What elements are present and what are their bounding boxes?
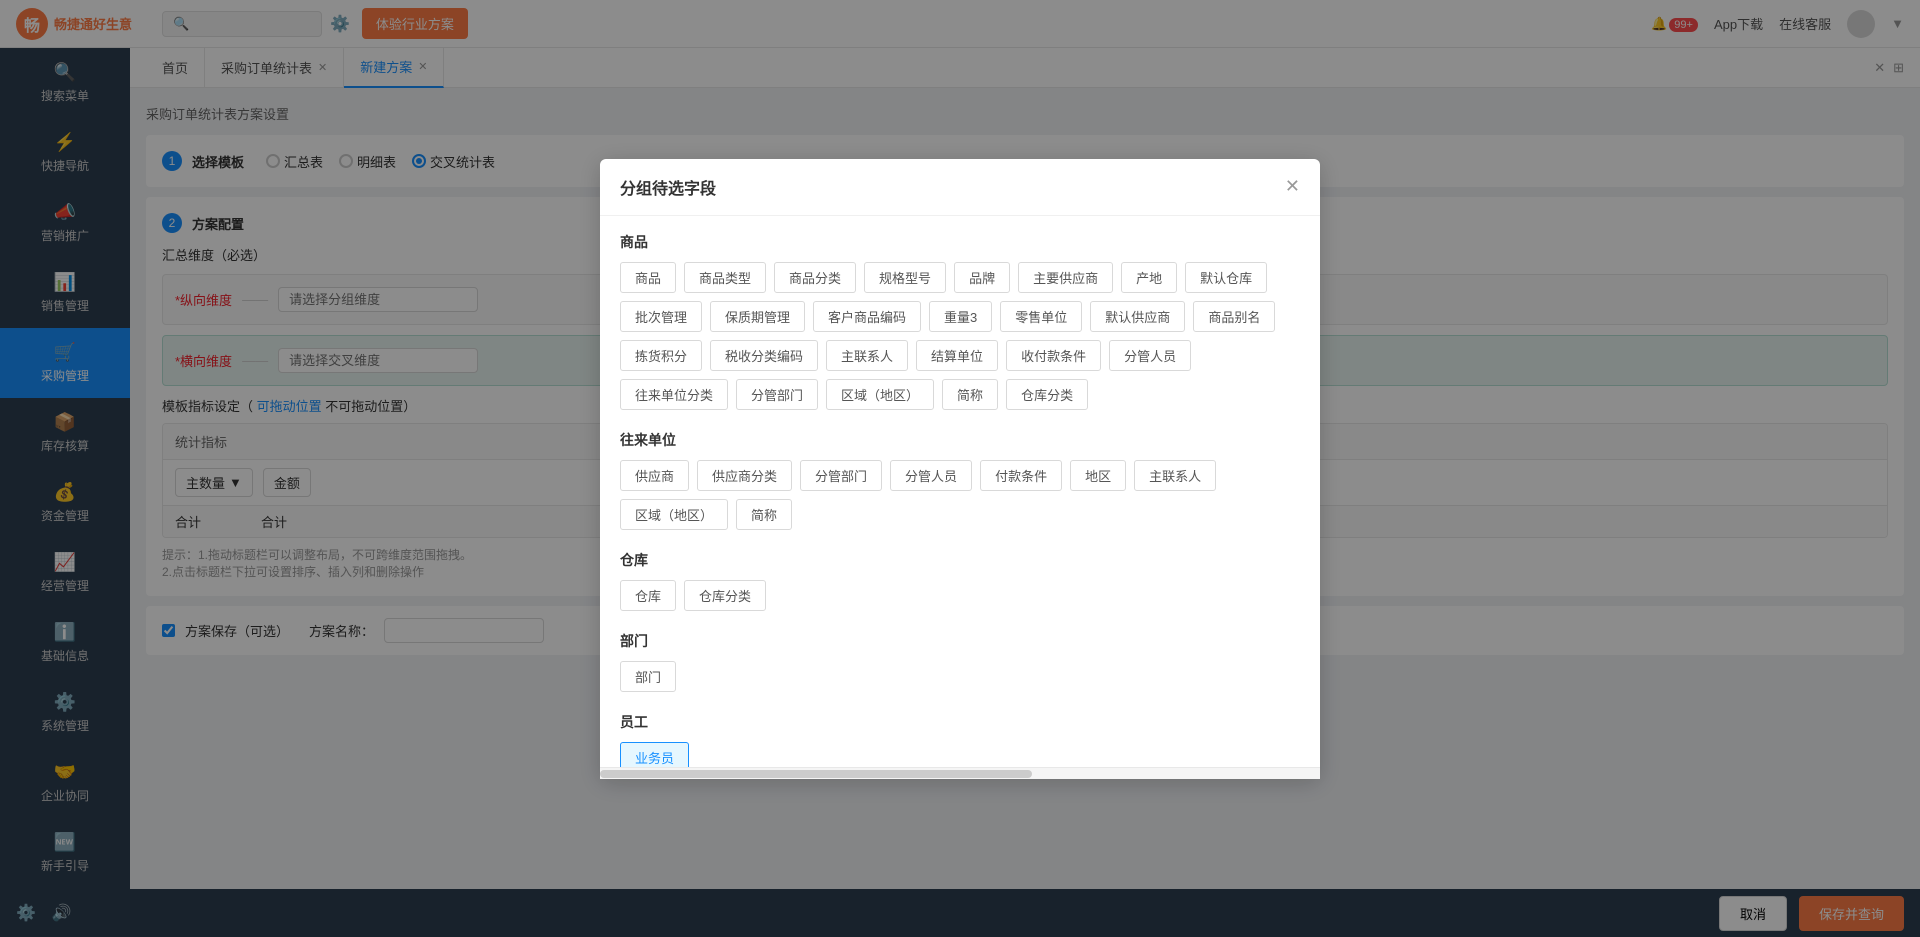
field-tag[interactable]: 规格型号 bbox=[864, 262, 946, 293]
field-tag[interactable]: 零售单位 bbox=[1000, 301, 1082, 332]
field-tags-warehouse: 仓库 仓库分类 bbox=[620, 580, 1300, 611]
field-tags-goods: 商品 商品类型 商品分类 规格型号 品牌 主要供应商 产地 默认仓库 批次管理 … bbox=[620, 262, 1300, 410]
field-tag[interactable]: 品牌 bbox=[954, 262, 1010, 293]
field-tag[interactable]: 仓库分类 bbox=[1006, 379, 1088, 410]
field-group-contacts-title: 往来单位 bbox=[620, 430, 1300, 450]
field-tag[interactable]: 收付款条件 bbox=[1006, 340, 1101, 371]
modal-close-button[interactable]: ✕ bbox=[1285, 176, 1300, 197]
field-tag[interactable]: 重量3 bbox=[929, 301, 992, 332]
modal-overlay: 分组待选字段 ✕ 商品 商品 商品类型 商品分类 规格型号 品牌 主要供应商 产… bbox=[0, 0, 1920, 937]
field-tag-salesperson[interactable]: 业务员 bbox=[620, 742, 689, 767]
field-tag[interactable]: 主要供应商 bbox=[1018, 262, 1113, 293]
field-tag[interactable]: 批次管理 bbox=[620, 301, 702, 332]
field-tags-employee: 业务员 bbox=[620, 742, 1300, 767]
field-tag[interactable]: 供应商 bbox=[620, 460, 689, 491]
field-tag[interactable]: 商品分类 bbox=[774, 262, 856, 293]
modal-body: 商品 商品 商品类型 商品分类 规格型号 品牌 主要供应商 产地 默认仓库 批次… bbox=[600, 216, 1320, 767]
field-tag[interactable]: 产地 bbox=[1121, 262, 1177, 293]
field-tag[interactable]: 分管人员 bbox=[1109, 340, 1191, 371]
field-tag[interactable]: 供应商分类 bbox=[697, 460, 792, 491]
field-group-department-title: 部门 bbox=[620, 631, 1300, 651]
field-group-contacts: 往来单位 供应商 供应商分类 分管部门 分管人员 付款条件 地区 主联系人 区域… bbox=[620, 430, 1300, 530]
field-tags-department: 部门 bbox=[620, 661, 1300, 692]
field-tag[interactable]: 分管部门 bbox=[800, 460, 882, 491]
field-tag[interactable]: 主联系人 bbox=[826, 340, 908, 371]
field-tag[interactable]: 拣货积分 bbox=[620, 340, 702, 371]
field-tag[interactable]: 简称 bbox=[736, 499, 792, 530]
field-tag[interactable]: 客户商品编码 bbox=[813, 301, 921, 332]
field-tag[interactable]: 默认仓库 bbox=[1185, 262, 1267, 293]
field-tag[interactable]: 商品类型 bbox=[684, 262, 766, 293]
field-group-goods-title: 商品 bbox=[620, 232, 1300, 252]
field-tag[interactable]: 默认供应商 bbox=[1090, 301, 1185, 332]
field-tag[interactable]: 商品别名 bbox=[1193, 301, 1275, 332]
field-tag[interactable]: 区域（地区） bbox=[620, 499, 728, 530]
modal-hscroll-thumb bbox=[600, 770, 1032, 778]
field-tag[interactable]: 简称 bbox=[942, 379, 998, 410]
field-tag[interactable]: 结算单位 bbox=[916, 340, 998, 371]
field-tag[interactable]: 往来单位分类 bbox=[620, 379, 728, 410]
field-tag[interactable]: 保质期管理 bbox=[710, 301, 805, 332]
field-group-goods: 商品 商品 商品类型 商品分类 规格型号 品牌 主要供应商 产地 默认仓库 批次… bbox=[620, 232, 1300, 410]
field-tag[interactable]: 仓库分类 bbox=[684, 580, 766, 611]
field-tag[interactable]: 分管人员 bbox=[890, 460, 972, 491]
field-group-warehouse: 仓库 仓库 仓库分类 bbox=[620, 550, 1300, 611]
modal-dialog: 分组待选字段 ✕ 商品 商品 商品类型 商品分类 规格型号 品牌 主要供应商 产… bbox=[600, 159, 1320, 779]
field-group-department: 部门 部门 bbox=[620, 631, 1300, 692]
modal-header: 分组待选字段 ✕ bbox=[600, 159, 1320, 216]
field-tags-contacts: 供应商 供应商分类 分管部门 分管人员 付款条件 地区 主联系人 区域（地区） … bbox=[620, 460, 1300, 530]
field-tag[interactable]: 仓库 bbox=[620, 580, 676, 611]
field-group-employee: 员工 业务员 bbox=[620, 712, 1300, 767]
field-tag[interactable]: 区域（地区） bbox=[826, 379, 934, 410]
field-tag[interactable]: 主联系人 bbox=[1134, 460, 1216, 491]
field-tag[interactable]: 分管部门 bbox=[736, 379, 818, 410]
field-tag[interactable]: 税收分类编码 bbox=[710, 340, 818, 371]
field-tag[interactable]: 付款条件 bbox=[980, 460, 1062, 491]
field-tag[interactable]: 商品 bbox=[620, 262, 676, 293]
modal-horizontal-scrollbar[interactable] bbox=[600, 767, 1320, 779]
modal-title: 分组待选字段 bbox=[620, 175, 716, 199]
field-tag[interactable]: 部门 bbox=[620, 661, 676, 692]
field-group-employee-title: 员工 bbox=[620, 712, 1300, 732]
field-group-warehouse-title: 仓库 bbox=[620, 550, 1300, 570]
field-tag[interactable]: 地区 bbox=[1070, 460, 1126, 491]
